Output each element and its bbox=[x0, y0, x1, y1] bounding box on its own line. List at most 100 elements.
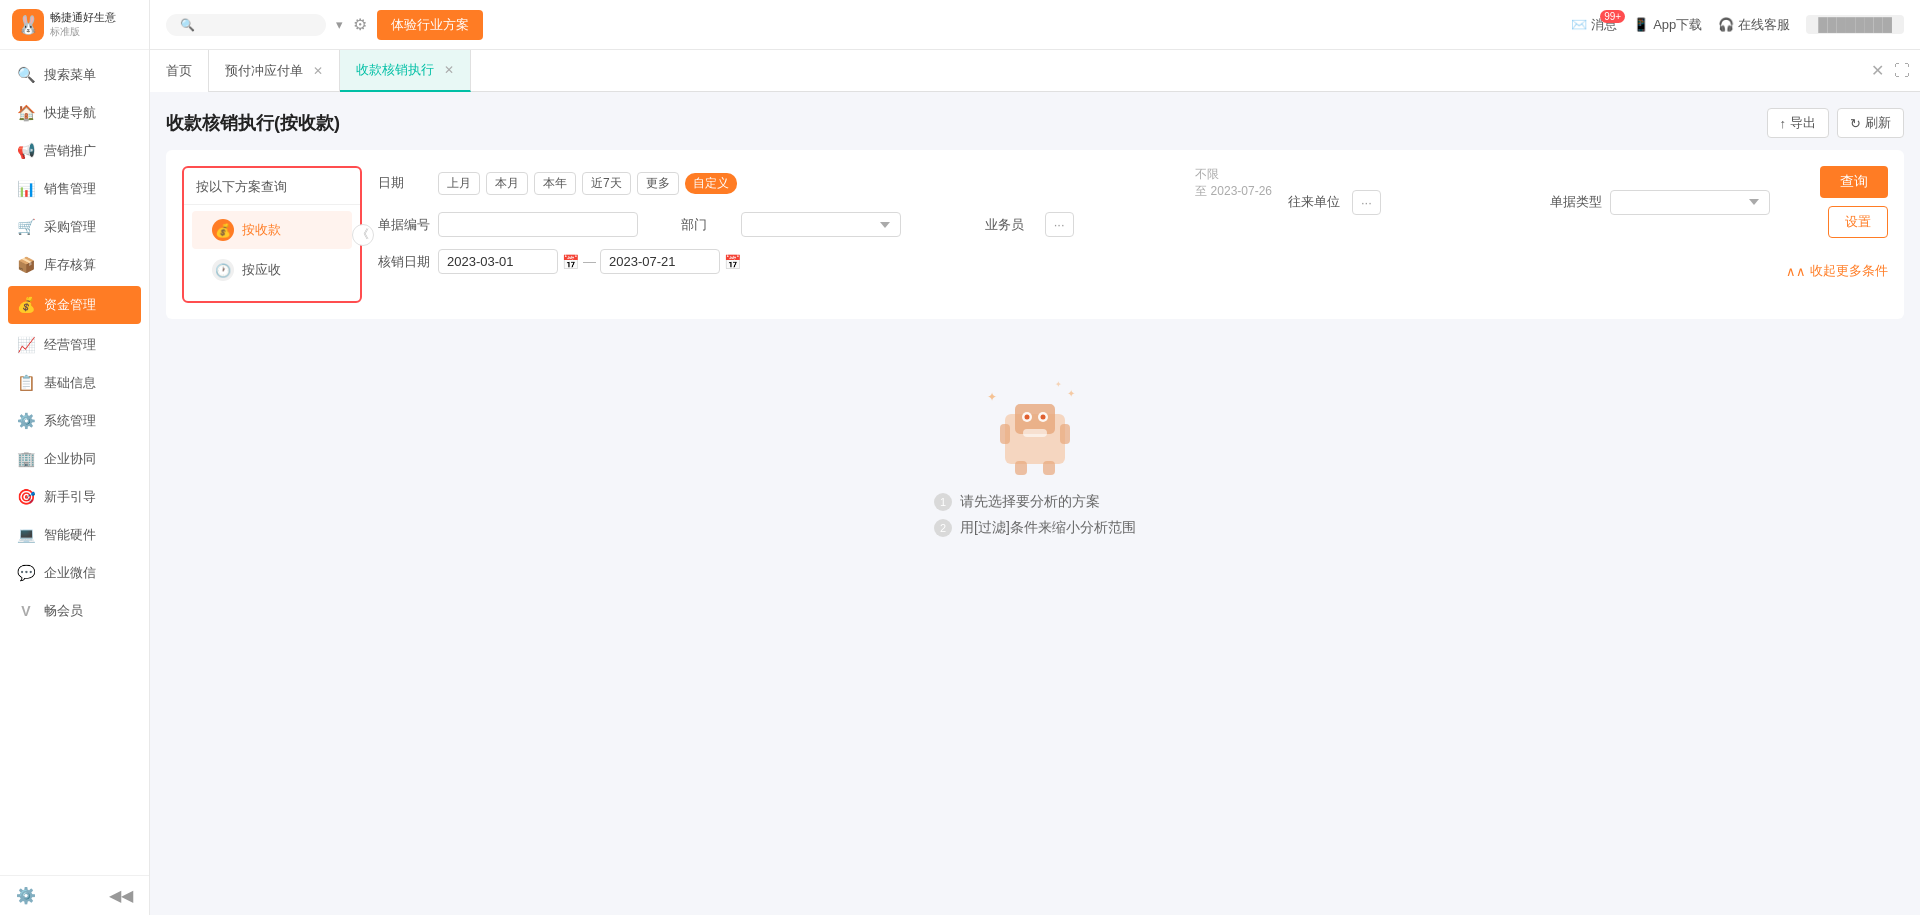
topbar-search-icon: 🔍 bbox=[180, 18, 195, 32]
tab-prepay-label: 预付冲应付单 bbox=[225, 62, 303, 80]
sidebar-item-label: 销售管理 bbox=[44, 180, 96, 198]
basic-info-icon: 📋 bbox=[16, 374, 36, 392]
date-quick-group: 上月 本月 本年 近7天 更多 自定义 bbox=[438, 172, 737, 195]
tip-text-1: 请先选择要分析的方案 bbox=[960, 493, 1100, 511]
salesperson-ellipsis-btn[interactable]: ··· bbox=[1045, 212, 1074, 237]
sidebar-item-label: 新手引导 bbox=[44, 488, 96, 506]
bill-type-field: 单据类型 bbox=[1550, 190, 1796, 215]
by-receipt-label: 按收款 bbox=[242, 221, 281, 239]
tab-receipt-close[interactable]: ✕ bbox=[444, 63, 454, 77]
tabbar-right: ✕ ⛶ bbox=[1871, 61, 1920, 80]
date-this-month-btn[interactable]: 本月 bbox=[486, 172, 528, 195]
app-download-button[interactable]: 📱 App下载 bbox=[1633, 16, 1702, 34]
sidebar-item-wechat-biz[interactable]: 💬 企业微信 bbox=[0, 554, 149, 592]
bill-no-field: 单据编号 bbox=[378, 212, 665, 237]
main-area: 🔍 ▾ ⚙ 体验行业方案 ✉️ 消息 99+ 📱 App下载 🎧 在线客服 ██ bbox=[150, 0, 1920, 915]
sidebar-nav: 🔍 搜索菜单 🏠 快捷导航 📢 营销推广 📊 销售管理 🛒 采购管理 📦 库存核… bbox=[0, 50, 149, 875]
verify-date-field: 核销日期 📅 — 📅 bbox=[378, 249, 1272, 274]
collapse-sidebar-icon[interactable]: ◀◀ bbox=[109, 886, 133, 905]
tab-close-all-icon[interactable]: ✕ bbox=[1871, 61, 1884, 80]
counterparty-label: 往来单位 bbox=[1288, 193, 1340, 211]
topbar-search-box[interactable]: 🔍 bbox=[166, 14, 326, 36]
sidebar-item-label: 畅会员 bbox=[44, 602, 83, 620]
sales-icon: 📊 bbox=[16, 180, 36, 198]
sidebar-item-search-menu[interactable]: 🔍 搜索菜单 bbox=[0, 56, 149, 94]
sidebar-item-purchase[interactable]: 🛒 采购管理 bbox=[0, 208, 149, 246]
refresh-button[interactable]: ↻ 刷新 bbox=[1837, 108, 1904, 138]
date-more-btn[interactable]: 更多 bbox=[637, 172, 679, 195]
sidebar-item-guide[interactable]: 🎯 新手引导 bbox=[0, 478, 149, 516]
tab-prepay-close[interactable]: ✕ bbox=[313, 64, 323, 78]
svg-rect-7 bbox=[1000, 424, 1010, 444]
collapse-conditions-button[interactable]: ∧∧ 收起更多条件 bbox=[1786, 262, 1888, 280]
topbar-gear-icon[interactable]: ⚙ bbox=[353, 15, 367, 34]
date-this-year-btn[interactable]: 本年 bbox=[534, 172, 576, 195]
user-info[interactable]: ████████ bbox=[1806, 17, 1904, 32]
tab-home[interactable]: 首页 bbox=[150, 50, 209, 92]
logo-icon: 🐰 bbox=[12, 9, 44, 41]
export-label: 导出 bbox=[1790, 114, 1816, 132]
export-icon: ↑ bbox=[1780, 116, 1787, 131]
date-last-7days-btn[interactable]: 近7天 bbox=[582, 172, 631, 195]
sidebar-item-marketing[interactable]: 📢 营销推广 bbox=[0, 132, 149, 170]
bill-no-input[interactable] bbox=[438, 212, 638, 237]
empty-tip-2: 2 用[过滤]条件来缩小分析范围 bbox=[934, 519, 1136, 537]
settings-button[interactable]: 设置 bbox=[1828, 206, 1888, 238]
tip-text-2: 用[过滤]条件来缩小分析范围 bbox=[960, 519, 1136, 537]
sidebar-item-sales[interactable]: 📊 销售管理 bbox=[0, 170, 149, 208]
tab-maximize-icon[interactable]: ⛶ bbox=[1894, 62, 1910, 80]
filter-method-by-receipt[interactable]: 💰 按收款 bbox=[192, 211, 352, 249]
sidebar-item-basic-info[interactable]: 📋 基础信息 bbox=[0, 364, 149, 402]
online-service-button[interactable]: 🎧 在线客服 bbox=[1718, 16, 1790, 34]
sidebar-item-label: 营销推广 bbox=[44, 142, 96, 160]
salesperson-label: 业务员 bbox=[985, 216, 1037, 234]
verify-date-end-input[interactable] bbox=[600, 249, 720, 274]
finance-icon: 💰 bbox=[16, 296, 36, 314]
date-custom-badge[interactable]: 自定义 bbox=[685, 173, 737, 194]
app-logo: 🐰 畅捷通好生意 标准版 bbox=[0, 0, 149, 50]
filter-method-by-receivable[interactable]: 🕐 按应收 bbox=[192, 251, 352, 289]
verify-date-start-cal-icon[interactable]: 📅 bbox=[562, 254, 579, 270]
sidebar-item-quick-nav[interactable]: 🏠 快捷导航 bbox=[0, 94, 149, 132]
sidebar-item-system[interactable]: ⚙️ 系统管理 bbox=[0, 402, 149, 440]
query-button[interactable]: 查询 bbox=[1820, 166, 1888, 198]
filter-method-sidebar: 按以下方案查询 💰 按收款 🕐 按应收 《 bbox=[182, 166, 362, 303]
export-button[interactable]: ↑ 导出 bbox=[1767, 108, 1830, 138]
topbar-dropdown-icon[interactable]: ▾ bbox=[336, 17, 343, 32]
date-filter-row: 日期 上月 本月 本年 近7天 更多 自定义 bbox=[378, 166, 1272, 200]
bill-type-select[interactable] bbox=[1610, 190, 1770, 215]
sidebar-item-enterprise[interactable]: 🏢 企业协同 bbox=[0, 440, 149, 478]
enterprise-icon: 🏢 bbox=[16, 450, 36, 468]
tab-receipt-offset[interactable]: 收款核销执行 ✕ bbox=[340, 50, 471, 92]
verify-date-end-cal-icon[interactable]: 📅 bbox=[724, 254, 741, 270]
sidebar: 🐰 畅捷通好生意 标准版 🔍 搜索菜单 🏠 快捷导航 📢 营销推广 📊 销售管理… bbox=[0, 0, 150, 915]
date-field: 日期 上月 本月 本年 近7天 更多 自定义 bbox=[378, 172, 1179, 195]
sidebar-item-label: 库存核算 bbox=[44, 256, 96, 274]
counterparty-field: 往来单位 ··· bbox=[1288, 190, 1534, 215]
operation-icon: 📈 bbox=[16, 336, 36, 354]
purchase-icon: 🛒 bbox=[16, 218, 36, 236]
sidebar-item-operation[interactable]: 📈 经营管理 bbox=[0, 326, 149, 364]
industry-solution-button[interactable]: 体验行业方案 bbox=[377, 10, 483, 40]
bill-no-label: 单据编号 bbox=[378, 216, 430, 234]
sidebar-item-finance[interactable]: 💰 资金管理 bbox=[8, 286, 141, 324]
message-button[interactable]: ✉️ 消息 99+ bbox=[1571, 16, 1617, 34]
settings-icon[interactable]: ⚙️ bbox=[16, 886, 36, 905]
svg-text:✦: ✦ bbox=[1055, 380, 1062, 389]
system-icon: ⚙️ bbox=[16, 412, 36, 430]
verify-date-start-input[interactable] bbox=[438, 249, 558, 274]
sidebar-item-label: 企业协同 bbox=[44, 450, 96, 468]
counterparty-ellipsis-btn[interactable]: ··· bbox=[1352, 190, 1381, 215]
tab-receipt-label: 收款核销执行 bbox=[356, 61, 434, 79]
sidebar-item-vip[interactable]: V 畅会员 bbox=[0, 592, 149, 630]
content-area: 收款核销执行(按收款) ↑ 导出 ↻ 刷新 按以下方案查询 💰 按收款 bbox=[150, 92, 1920, 915]
sidebar-item-inventory[interactable]: 📦 库存核算 bbox=[0, 246, 149, 284]
dept-select[interactable] bbox=[741, 212, 901, 237]
sidebar-item-smart-hw[interactable]: 💻 智能硬件 bbox=[0, 516, 149, 554]
sidebar-collapse-button[interactable]: 《 bbox=[352, 224, 374, 246]
date-last-month-btn[interactable]: 上月 bbox=[438, 172, 480, 195]
tab-prepay-offset[interactable]: 预付冲应付单 ✕ bbox=[209, 50, 340, 92]
date-no-limit: 不限 bbox=[1195, 166, 1272, 183]
username-text: ████████ bbox=[1806, 15, 1904, 34]
empty-tip-1: 1 请先选择要分析的方案 bbox=[934, 493, 1136, 511]
